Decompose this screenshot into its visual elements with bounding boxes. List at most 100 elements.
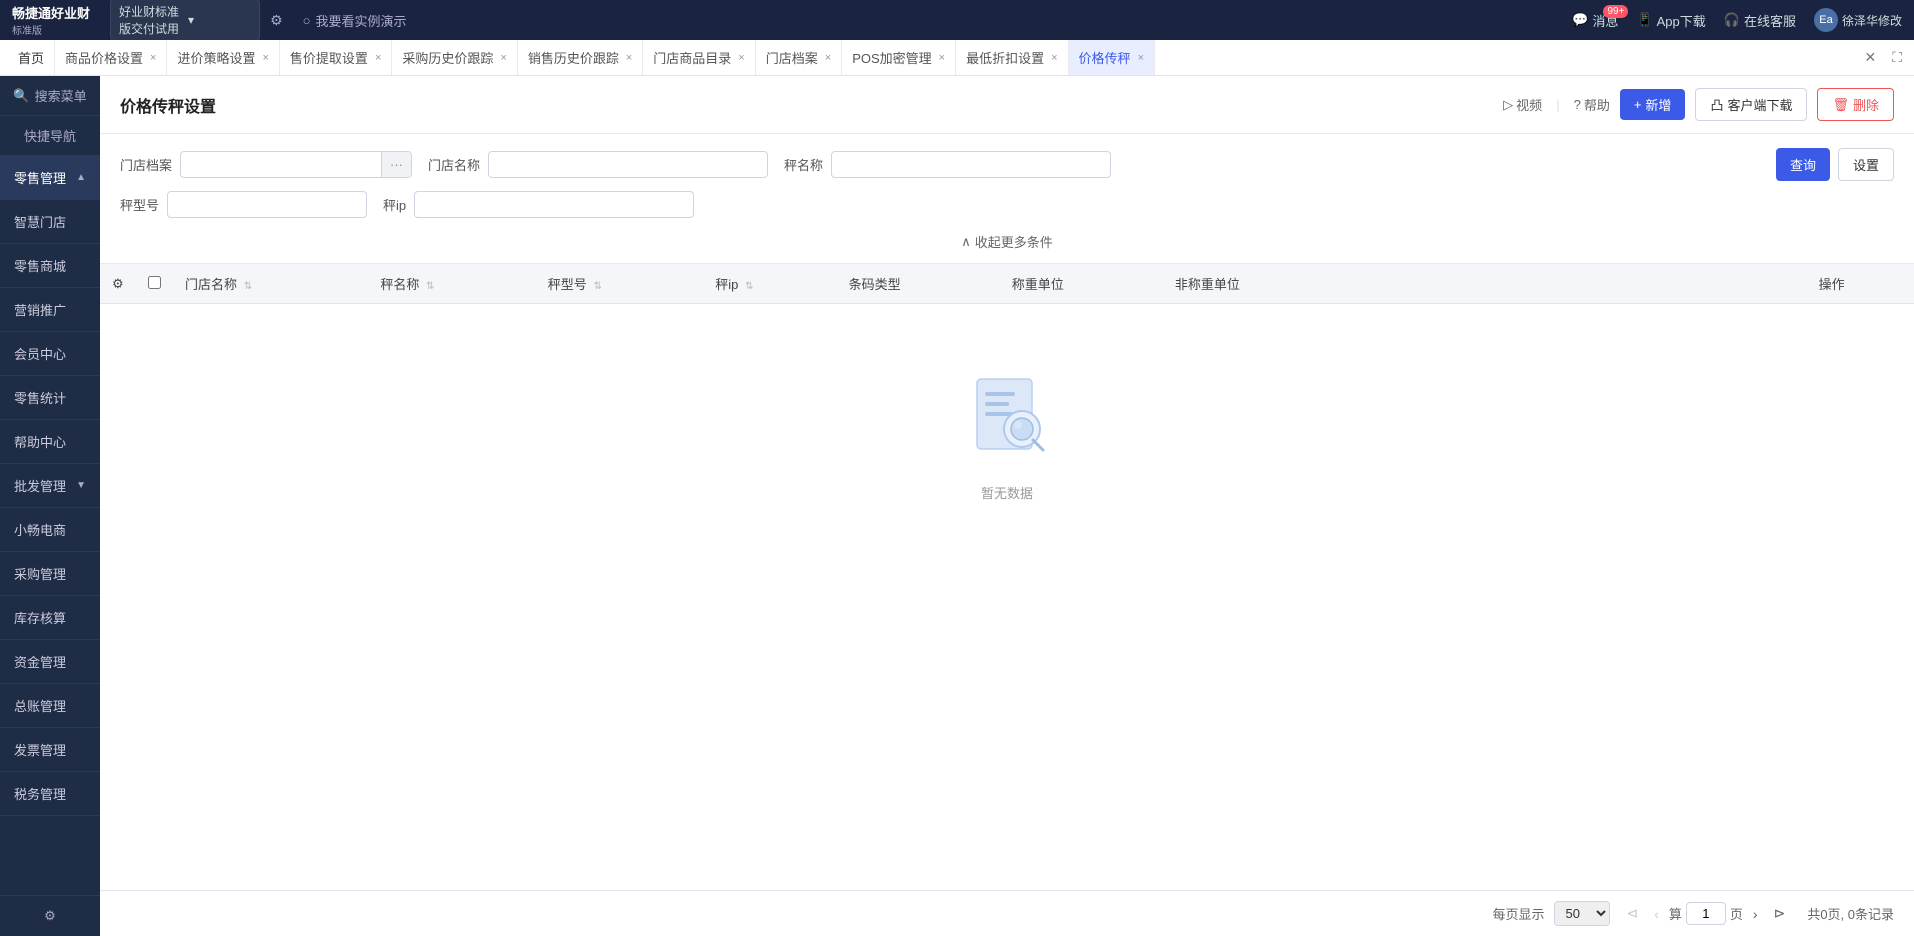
tab-item-0[interactable]: 首页 — [8, 40, 55, 76]
sidebar-item-1[interactable]: 智慧门店 — [0, 200, 100, 244]
sidebar-item-11[interactable]: 资金管理 — [0, 640, 100, 684]
sidebar-item-6[interactable]: 帮助中心 — [0, 420, 100, 464]
online-service-item[interactable]: 🎧 在线客服 — [1724, 11, 1796, 30]
tab-close-4[interactable]: × — [500, 52, 506, 64]
tab-item-9[interactable]: 最低折扣设置× — [956, 40, 1068, 76]
last-page-button[interactable]: ⊳ — [1768, 901, 1792, 926]
app-title: 畅捷通好业财 — [12, 3, 90, 22]
sidebar-item-8[interactable]: 小畅电商 — [0, 508, 100, 552]
sidebar-item-4[interactable]: 会员中心 — [0, 332, 100, 376]
store-archive-picker-button[interactable]: ··· — [381, 152, 411, 177]
th-settings[interactable]: ⚙ — [100, 264, 136, 304]
sidebar-label-12: 总账管理 — [14, 696, 66, 715]
sidebar-settings[interactable]: ⚙ — [0, 895, 100, 936]
tab-close-9[interactable]: × — [1051, 52, 1057, 64]
sidebar-label-7: 批发管理 — [14, 476, 66, 495]
select-all-checkbox[interactable] — [148, 276, 161, 289]
tab-close-6[interactable]: × — [738, 52, 744, 64]
tab-close-1[interactable]: × — [150, 52, 156, 64]
query-label: 查询 — [1790, 155, 1816, 174]
sort-icon-3[interactable]: ⇅ — [593, 281, 601, 292]
sidebar-item-13[interactable]: 发票管理 — [0, 728, 100, 772]
pagination-bar: 每页显示 50 10 20 100 ⊲ ‹ 算 页 › ⊳ 共0页, 0条记录 — [100, 890, 1914, 936]
download-icon: 凸 — [1710, 95, 1723, 114]
tab-label: 进价策略设置 — [177, 48, 255, 67]
tab-item-6[interactable]: 门店商品目录× — [643, 40, 755, 76]
collapse-button[interactable]: ∧ 收起更多条件 — [120, 228, 1894, 255]
close-tab-button[interactable]: ✕ — [1860, 45, 1880, 70]
first-page-button[interactable]: ⊲ — [1620, 901, 1644, 926]
download-label: 客户端下载 — [1727, 95, 1792, 114]
sidebar-quick-nav[interactable]: 快捷导航 — [0, 116, 100, 156]
settings-button[interactable]: 设置 — [1838, 148, 1894, 181]
help-link[interactable]: ? 帮助 — [1574, 95, 1610, 114]
scale-ip-label: 秤ip — [383, 195, 406, 214]
user-item[interactable]: Ea 徐泽华修改 — [1814, 8, 1902, 32]
column-settings-icon[interactable]: ⚙ — [112, 276, 124, 291]
tab-close-8[interactable]: × — [939, 52, 945, 64]
tab-close-2[interactable]: × — [262, 52, 268, 64]
th-scale-ip: 秤ip ⇅ — [703, 264, 836, 304]
next-page-button[interactable]: › — [1747, 902, 1764, 926]
tab-item-1[interactable]: 商品价格设置× — [55, 40, 167, 76]
sidebar-item-5[interactable]: 零售统计 — [0, 376, 100, 420]
tab-item-8[interactable]: POS加密管理× — [842, 40, 956, 76]
sidebar-item-2[interactable]: 零售商城 — [0, 244, 100, 288]
scale-model-input[interactable] — [167, 191, 367, 218]
sidebar: 🔍 搜索菜单 快捷导航 零售管理▲智慧门店零售商城营销推广会员中心零售统计帮助中… — [0, 76, 100, 936]
th-action: 操作 — [1807, 264, 1914, 304]
video-link[interactable]: ▷ 视频 — [1503, 95, 1542, 114]
tab-close-7[interactable]: × — [825, 52, 831, 64]
scale-name-label: 秤名称 — [784, 155, 823, 174]
sidebar-item-7[interactable]: 批发管理▼ — [0, 464, 100, 508]
query-button[interactable]: 查询 — [1776, 148, 1830, 181]
topbar-settings-button[interactable]: ⚙ — [270, 12, 283, 29]
sidebar-item-3[interactable]: 营销推广 — [0, 288, 100, 332]
sidebar-item-0[interactable]: 零售管理▲ — [0, 156, 100, 200]
prev-page-button[interactable]: ‹ — [1648, 902, 1665, 926]
tab-item-10[interactable]: 价格传秤× — [1069, 40, 1155, 76]
version-select[interactable]: 好业财标准版交付试用 ▾ — [110, 0, 260, 41]
sidebar-item-9[interactable]: 采购管理 — [0, 552, 100, 596]
tab-item-5[interactable]: 销售历史价跟踪× — [518, 40, 643, 76]
sidebar-item-14[interactable]: 税务管理 — [0, 772, 100, 816]
maximize-tab-button[interactable]: ⛶ — [1888, 45, 1906, 70]
scale-name-input[interactable] — [831, 151, 1111, 178]
barcode-type-col-label: 条码类型 — [849, 277, 901, 292]
sidebar-item-10[interactable]: 库存核算 — [0, 596, 100, 640]
store-name-input[interactable] — [488, 151, 768, 178]
sort-icon[interactable]: ⇅ — [244, 281, 252, 292]
sidebar-item-12[interactable]: 总账管理 — [0, 684, 100, 728]
sort-icon-2[interactable]: ⇅ — [426, 281, 434, 292]
tab-item-2[interactable]: 进价策略设置 × — [167, 40, 279, 76]
add-button[interactable]: + 新增 — [1620, 89, 1686, 120]
tab-item-7[interactable]: 门店档案× — [756, 40, 842, 76]
th-checkbox[interactable] — [136, 264, 173, 304]
sidebar-arrow-0: ▲ — [76, 172, 86, 183]
notifications-item[interactable]: 💬 消息 99+ — [1572, 11, 1618, 30]
sidebar-label-9: 采购管理 — [14, 564, 66, 583]
store-archive-input[interactable] — [181, 152, 381, 177]
scale-ip-input[interactable] — [414, 191, 694, 218]
data-table: ⚙ 门店名称 ⇅ 秤名称 ⇅ — [100, 264, 1914, 562]
sidebar-label-8: 小畅电商 — [14, 520, 66, 539]
app-download-item[interactable]: 📱 App下载 — [1636, 11, 1705, 30]
chevron-down-icon: ▾ — [188, 13, 251, 27]
tab-item-4[interactable]: 采购历史价跟踪× — [392, 40, 517, 76]
tab-close-10[interactable]: × — [1138, 52, 1144, 64]
page-number-input[interactable] — [1686, 902, 1726, 925]
tab-close-3[interactable]: × — [375, 52, 381, 64]
tab-close-5[interactable]: × — [626, 52, 632, 64]
sidebar-label-14: 税务管理 — [14, 784, 66, 803]
online-service-label: 在线客服 — [1744, 11, 1796, 30]
download-button[interactable]: 凸 客户端下载 — [1695, 88, 1807, 121]
demo-button[interactable]: ○ 我要看实例演示 — [303, 11, 407, 30]
tab-label: 首页 — [18, 48, 44, 67]
per-page-select[interactable]: 50 10 20 100 — [1554, 901, 1610, 926]
tab-item-3[interactable]: 售价提取设置× — [280, 40, 392, 76]
sidebar-label-2: 零售商城 — [14, 256, 66, 275]
sidebar-search[interactable]: 🔍 搜索菜单 — [0, 76, 100, 116]
user-icon: Ea — [1814, 8, 1838, 32]
sort-icon-4[interactable]: ⇅ — [745, 281, 753, 292]
delete-button[interactable]: 🗑 删除 — [1817, 88, 1894, 121]
